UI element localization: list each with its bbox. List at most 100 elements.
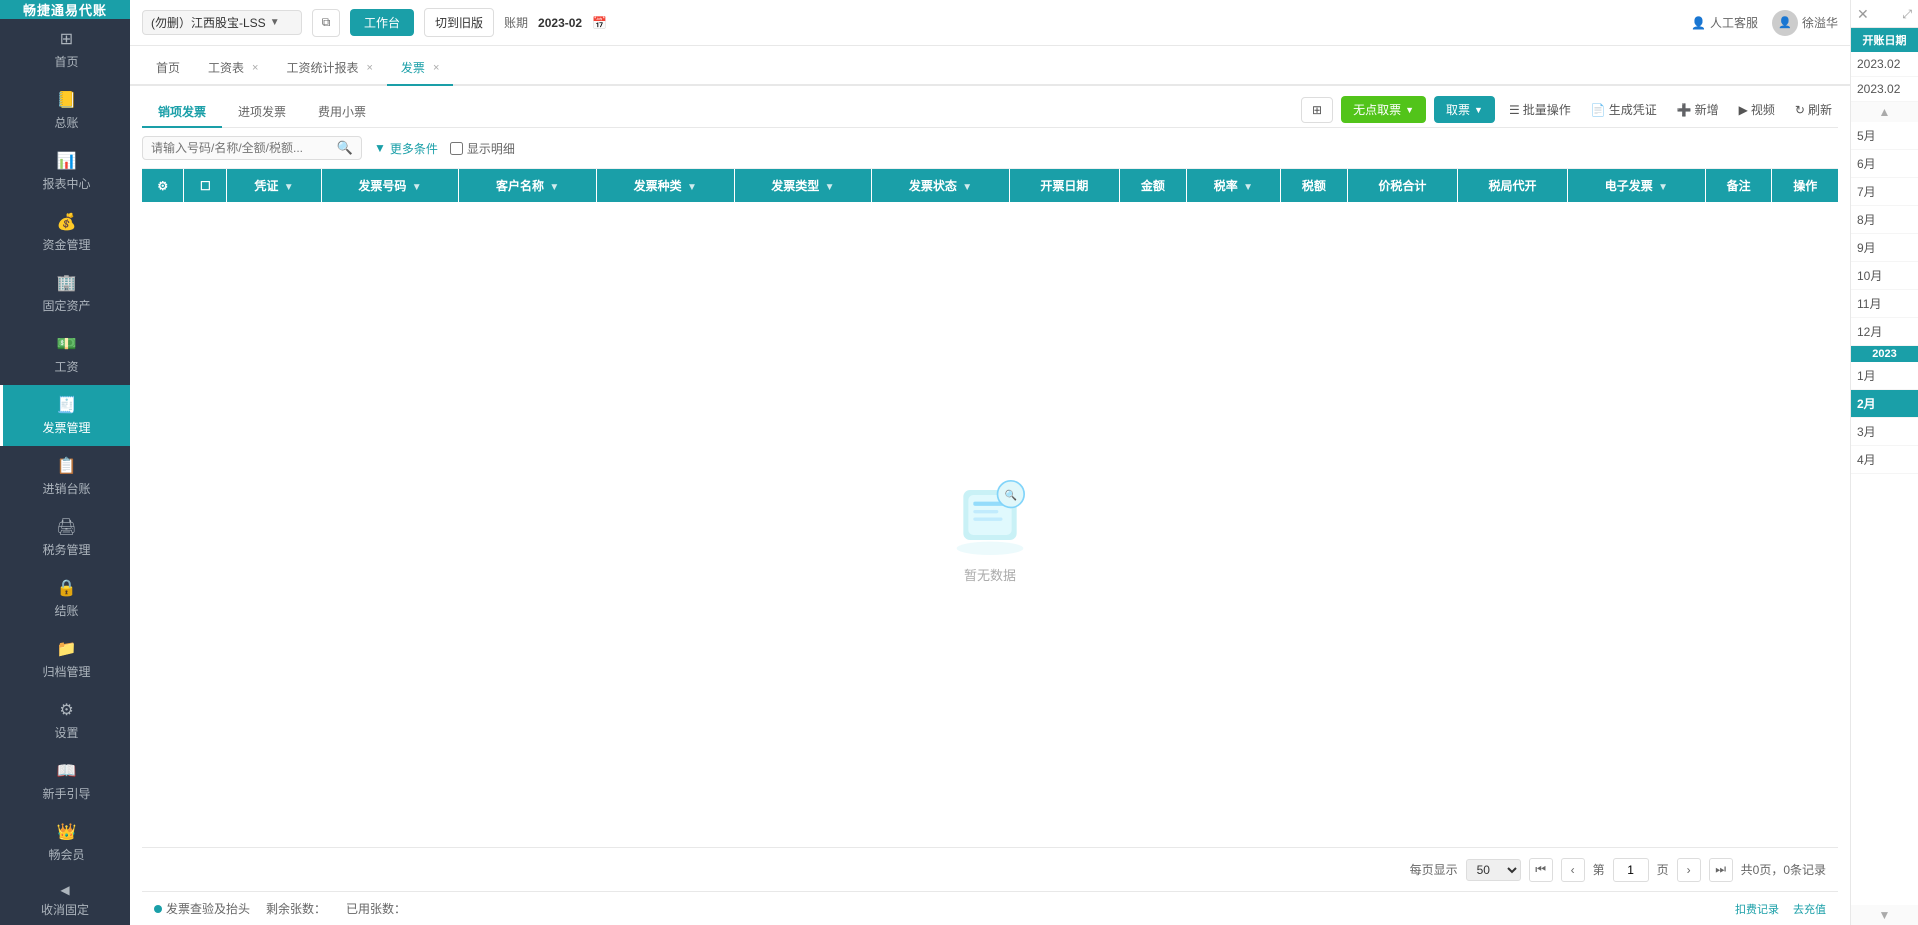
sidebar-collapse-btn[interactable]: ◀ 收消固定 xyxy=(0,873,130,925)
sidebar-item-period-close[interactable]: 🔒 结账 xyxy=(0,568,130,629)
copy-company-btn[interactable]: ⧉ xyxy=(312,9,340,37)
sidebar-item-sales-ledger[interactable]: 📋 进销台账 xyxy=(0,446,130,507)
col-actions[interactable]: 操作 xyxy=(1772,169,1838,202)
footer-right-links: 扣费记录 去充值 xyxy=(1735,901,1826,917)
no-bill-btn[interactable]: 无点取票 ▼ xyxy=(1341,96,1426,123)
refresh-btn[interactable]: ↻ 刷新 xyxy=(1789,96,1838,123)
calendar-month-6[interactable]: 6月 xyxy=(1851,150,1918,178)
calendar-month-10[interactable]: 10月 xyxy=(1851,262,1918,290)
right-panel-expand-btn[interactable]: ⤢ xyxy=(1902,7,1912,22)
get-bill-arrow-icon: ▼ xyxy=(1474,105,1483,115)
month-label: 4月 xyxy=(1857,451,1876,468)
col-invoice-category[interactable]: 发票类型 ▼ xyxy=(734,169,872,202)
sub-tab-expense[interactable]: 费用小票 xyxy=(302,97,382,128)
per-page-select[interactable]: 50 100 200 xyxy=(1466,859,1521,881)
next-page-btn[interactable]: › xyxy=(1677,858,1701,882)
invoice-check-label: 发票查验及抬头 xyxy=(166,900,250,917)
show-details-label: 显示明细 xyxy=(467,140,515,157)
col-settings[interactable]: ⚙ xyxy=(142,169,184,202)
col-e-invoice[interactable]: 电子发票 ▼ xyxy=(1568,169,1706,202)
salary-tab-close[interactable]: × xyxy=(252,62,258,74)
sidebar-item-ledger[interactable]: 📒 总账 xyxy=(0,80,130,141)
calendar-month-5[interactable]: 5月 xyxy=(1851,122,1918,150)
month-label: 2023.02 xyxy=(1857,82,1900,96)
tab-home[interactable]: 首页 xyxy=(142,51,194,86)
more-conditions-btn[interactable]: ▼ 更多条件 xyxy=(374,140,438,157)
recharge-link[interactable]: 去充值 xyxy=(1793,901,1826,917)
col-tax[interactable]: 税额 xyxy=(1281,169,1348,202)
salary-stat-tab-label: 工资统计报表 xyxy=(286,59,358,76)
search-input[interactable] xyxy=(151,141,337,155)
batch-ops-btn[interactable]: ☰ 批量操作 xyxy=(1503,96,1577,123)
col-tax-amount-total[interactable]: 价税合计 xyxy=(1347,169,1457,202)
sidebar-item-fund[interactable]: 💰 资金管理 xyxy=(0,202,130,263)
last-page-btn[interactable]: ⏭ xyxy=(1709,858,1733,882)
open-period-btn[interactable]: 开账日期 xyxy=(1851,28,1918,52)
calendar-month-2023-4[interactable]: 4月 xyxy=(1851,446,1918,474)
sidebar-item-member[interactable]: 👑 畅会员 xyxy=(0,812,130,873)
page-number-input[interactable] xyxy=(1613,858,1649,882)
calendar-month-8[interactable]: 8月 xyxy=(1851,206,1918,234)
col-invoice-no[interactable]: 发票号码 ▼ xyxy=(321,169,459,202)
first-page-btn[interactable]: ⏮ xyxy=(1529,858,1553,882)
scroll-down-arrow[interactable]: ▼ xyxy=(1851,905,1918,925)
col-amount[interactable]: 金额 xyxy=(1119,169,1186,202)
sidebar-item-guide[interactable]: 📖 新手引导 xyxy=(0,751,130,812)
calendar-item-2023-02-top2[interactable]: 2023.02 xyxy=(1851,77,1918,102)
calendar-month-7[interactable]: 7月 xyxy=(1851,178,1918,206)
col-checkbox[interactable]: ☐ xyxy=(184,169,227,202)
show-details-check[interactable]: 显示明细 xyxy=(450,140,515,157)
calendar-month-9[interactable]: 9月 xyxy=(1851,234,1918,262)
tab-salary[interactable]: 工资表 × xyxy=(194,51,272,86)
salary-stat-tab-close[interactable]: × xyxy=(366,62,372,74)
search-icon[interactable]: 🔍 xyxy=(337,140,353,156)
sidebar-item-home[interactable]: ⊞ 首页 xyxy=(0,19,130,80)
sidebar-item-archive[interactable]: 📁 归档管理 xyxy=(0,629,130,690)
calendar-item-2023-02-top1[interactable]: 2023.02 xyxy=(1851,52,1918,77)
calendar-month-11[interactable]: 11月 xyxy=(1851,290,1918,318)
workbench-button[interactable]: 工作台 xyxy=(350,9,414,36)
sidebar-item-invoice-mgmt[interactable]: 🧾 发票管理 xyxy=(0,385,130,446)
calendar-month-2023-1[interactable]: 1月 xyxy=(1851,362,1918,390)
switch-version-button[interactable]: 切到旧版 xyxy=(424,8,494,37)
tab-invoice[interactable]: 发票 × xyxy=(387,51,453,86)
sidebar-item-settings[interactable]: ⚙ 设置 xyxy=(0,690,130,751)
sub-tab-actions: ⊞ 无点取票 ▼ 取票 ▼ ☰ 批量操作 📄 生成凭证 xyxy=(1301,96,1838,127)
col-customer[interactable]: 客户名称 ▼ xyxy=(459,169,597,202)
sidebar-item-report[interactable]: 📊 报表中心 xyxy=(0,141,130,202)
sidebar-item-label: 报表中心 xyxy=(42,175,90,192)
user-info[interactable]: 👤 徐溢华 xyxy=(1772,10,1838,36)
support-btn[interactable]: 👤 人工客服 xyxy=(1691,14,1758,31)
tab-bar: 首页 工资表 × 工资统计报表 × 发票 × xyxy=(130,46,1850,86)
scroll-up-arrow[interactable]: ▲ xyxy=(1851,102,1918,122)
member-icon: 👑 xyxy=(57,822,77,842)
col-invoice-status[interactable]: 发票状态 ▼ xyxy=(872,169,1010,202)
right-panel-close-btn[interactable]: ✕ xyxy=(1857,6,1869,23)
sidebar-item-tax[interactable]: 🖨 税务管理 xyxy=(0,507,130,568)
invoice-tab-close[interactable]: × xyxy=(433,62,439,74)
col-tax-rate[interactable]: 税率 ▼ xyxy=(1186,169,1280,202)
col-open-date[interactable]: 开票日期 xyxy=(1009,169,1119,202)
get-bill-btn[interactable]: 取票 ▼ xyxy=(1434,96,1495,123)
video-btn[interactable]: ▶ 视频 xyxy=(1733,96,1781,123)
period-calendar-icon[interactable]: 📅 xyxy=(592,16,607,30)
calendar-month-2023-3[interactable]: 3月 xyxy=(1851,418,1918,446)
grid-view-btn[interactable]: ⊞ xyxy=(1301,97,1333,123)
sub-tab-purchase[interactable]: 进项发票 xyxy=(222,97,302,128)
col-voucher[interactable]: 凭证 ▼ xyxy=(227,169,321,202)
company-selector[interactable]: (勿删）江西股宝-LSS ▼ xyxy=(142,10,302,35)
sidebar-item-salary[interactable]: 💵 工资 xyxy=(0,324,130,385)
fee-records-link[interactable]: 扣费记录 xyxy=(1735,901,1779,917)
tab-salary-stat[interactable]: 工资统计报表 × xyxy=(272,51,386,86)
sub-tab-sales[interactable]: 销项发票 xyxy=(142,97,222,128)
calendar-month-12[interactable]: 12月 xyxy=(1851,318,1918,346)
prev-page-btn[interactable]: ‹ xyxy=(1561,858,1585,882)
calendar-month-2023-2[interactable]: 2月 xyxy=(1851,390,1918,418)
col-tax-code[interactable]: 税局代开 xyxy=(1457,169,1567,202)
col-notes[interactable]: 备注 xyxy=(1705,169,1772,202)
gen-voucher-btn[interactable]: 📄 生成凭证 xyxy=(1585,96,1663,123)
new-btn[interactable]: ➕ 新增 xyxy=(1671,96,1725,123)
sidebar-item-assets[interactable]: 🏢 固定资产 xyxy=(0,263,130,324)
show-details-checkbox[interactable] xyxy=(450,142,463,155)
col-invoice-type[interactable]: 发票种类 ▼ xyxy=(596,169,734,202)
